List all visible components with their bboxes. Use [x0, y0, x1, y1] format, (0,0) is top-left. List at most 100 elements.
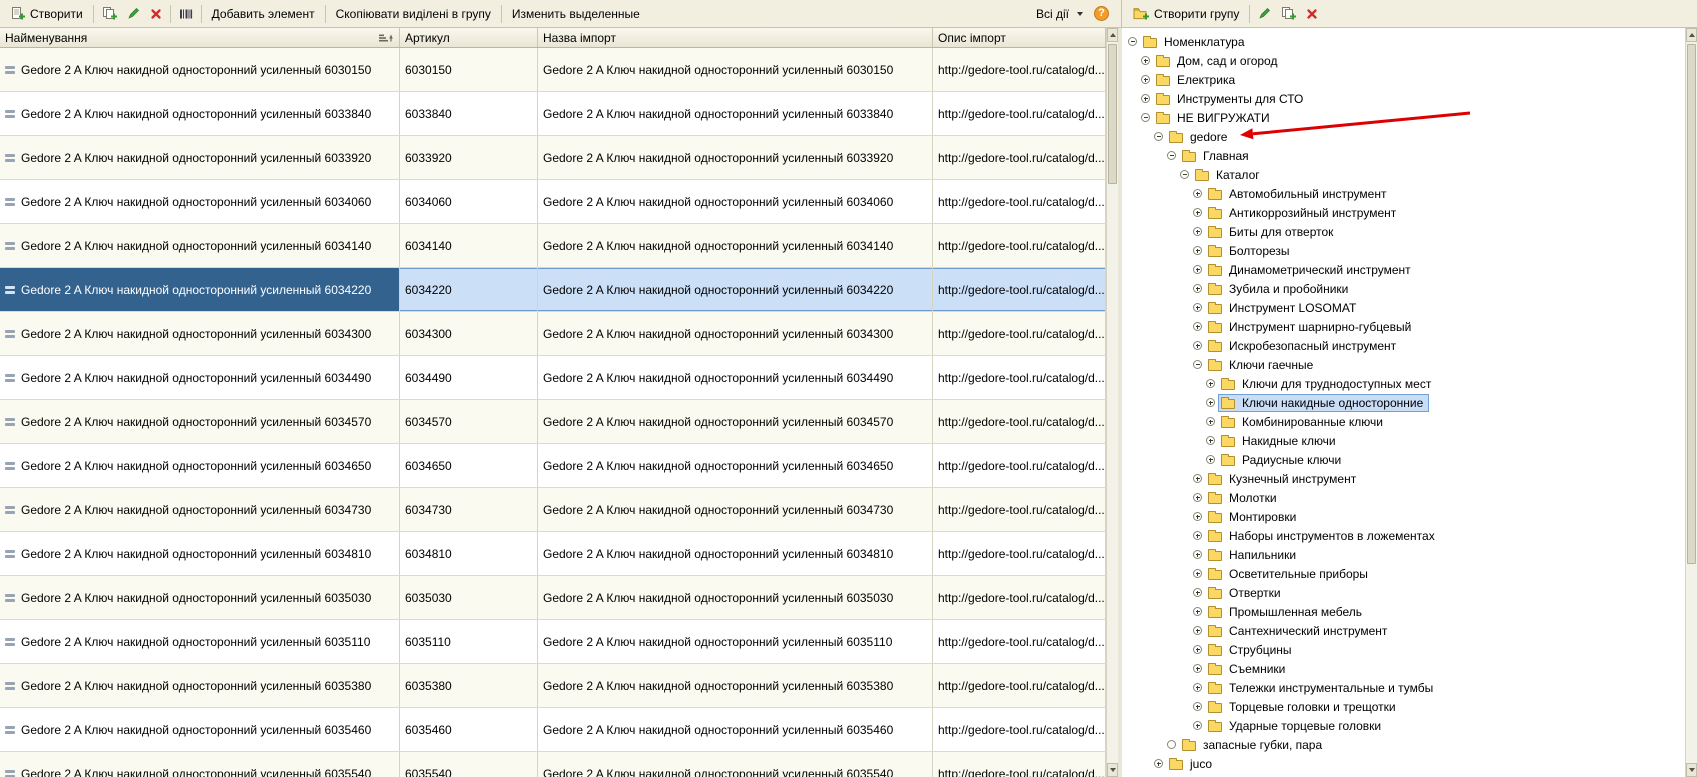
expand-icon[interactable] — [1193, 664, 1202, 673]
cell-article[interactable]: 6035110 — [400, 620, 538, 663]
tree-item[interactable]: Инструмент шарнирно-губцевый — [1122, 317, 1685, 336]
table-row[interactable]: Gedore 2 A Ключ накидной односторонний у… — [0, 136, 1106, 180]
expand-icon[interactable] — [1193, 702, 1202, 711]
tree-item[interactable]: Радиусные ключи — [1122, 450, 1685, 469]
tree-node[interactable]: Ключи накидные односторонние — [1217, 393, 1430, 412]
delete-group-button[interactable] — [1301, 4, 1323, 24]
tree-item[interactable]: Наборы инструментов в ложементах — [1122, 526, 1685, 545]
tree-item[interactable]: НЕ ВИГРУЖАТИ — [1122, 108, 1685, 127]
tree-item[interactable]: Автомобильный инструмент — [1122, 184, 1685, 203]
cell-import-name[interactable]: Gedore 2 A Ключ накидной односторонний у… — [538, 48, 933, 91]
cell-name[interactable]: Gedore 2 A Ключ накидной односторонний у… — [0, 488, 400, 531]
table-row[interactable]: Gedore 2 A Ключ накидной односторонний у… — [0, 708, 1106, 752]
cell-import-desc[interactable]: http://gedore-tool.ru/catalog/d... — [933, 180, 1106, 223]
tree-item[interactable]: Болторезы — [1122, 241, 1685, 260]
expand-icon[interactable] — [1154, 759, 1163, 768]
cell-name[interactable]: Gedore 2 A Ключ накидной односторонний у… — [0, 752, 400, 777]
table-row[interactable]: Gedore 2 A Ключ накидной односторонний у… — [0, 532, 1106, 576]
tree-node[interactable]: Молотки — [1206, 490, 1282, 506]
delete-item-button[interactable] — [145, 4, 167, 24]
collapse-icon[interactable] — [1128, 37, 1137, 46]
cell-import-desc[interactable]: http://gedore-tool.ru/catalog/d... — [933, 312, 1106, 355]
tree-node[interactable]: Инструмент шарнирно-губцевый — [1206, 319, 1416, 335]
cell-import-desc[interactable]: http://gedore-tool.ru/catalog/d... — [933, 268, 1106, 311]
cell-name[interactable]: Gedore 2 A Ключ накидной односторонний у… — [0, 92, 400, 135]
expand-icon[interactable] — [1193, 322, 1202, 331]
tree-item[interactable]: Тележки инструментальные и тумбы — [1122, 678, 1685, 697]
tree-node[interactable]: Биты для отверток — [1206, 224, 1338, 240]
tree-item[interactable]: Главная — [1122, 146, 1685, 165]
cell-import-desc[interactable]: http://gedore-tool.ru/catalog/d... — [933, 224, 1106, 267]
table-row[interactable]: Gedore 2 A Ключ накидной односторонний у… — [0, 268, 1106, 312]
tree-item[interactable]: Инструмент LOSOMAT — [1122, 298, 1685, 317]
expand-icon[interactable] — [1193, 303, 1202, 312]
tree-item[interactable]: Искробезопасный инструмент — [1122, 336, 1685, 355]
tree-scrollbar[interactable] — [1685, 28, 1697, 777]
tree-node[interactable]: Зубила и пробойники — [1206, 281, 1353, 297]
tree-item[interactable]: Струбцины — [1122, 640, 1685, 659]
tree-item[interactable]: gedore — [1122, 127, 1685, 146]
tree-node[interactable]: Главная — [1180, 148, 1254, 164]
cell-article[interactable]: 6034300 — [400, 312, 538, 355]
tree-item[interactable]: Торцевые головки и трещотки — [1122, 697, 1685, 716]
cell-name[interactable]: Gedore 2 A Ключ накидной односторонний у… — [0, 532, 400, 575]
tree-item[interactable]: Молотки — [1122, 488, 1685, 507]
column-header-import-name[interactable]: Назва імпорт — [538, 28, 933, 47]
cell-name[interactable]: Gedore 2 A Ключ накидной односторонний у… — [0, 312, 400, 355]
empty-node-icon[interactable] — [1167, 740, 1176, 749]
tree-node[interactable]: Ключи гаечные — [1206, 357, 1318, 373]
tree-node[interactable]: Комбинированные ключи — [1219, 414, 1388, 430]
cell-article[interactable]: 6035380 — [400, 664, 538, 707]
tree-node[interactable]: Искробезопасный инструмент — [1206, 338, 1401, 354]
cell-import-name[interactable]: Gedore 2 A Ключ накидной односторонний у… — [538, 576, 933, 619]
expand-icon[interactable] — [1141, 94, 1150, 103]
cell-import-desc[interactable]: http://gedore-tool.ru/catalog/d... — [933, 356, 1106, 399]
column-header-name[interactable]: Найменування — [0, 28, 400, 47]
cell-name[interactable]: Gedore 2 A Ключ накидной односторонний у… — [0, 356, 400, 399]
expand-icon[interactable] — [1193, 265, 1202, 274]
cell-article[interactable]: 6034140 — [400, 224, 538, 267]
cell-import-name[interactable]: Gedore 2 A Ключ накидной односторонний у… — [538, 268, 933, 311]
cell-name[interactable]: Gedore 2 A Ключ накидной односторонний у… — [0, 444, 400, 487]
tree-item[interactable]: Комбинированные ключи — [1122, 412, 1685, 431]
collapse-icon[interactable] — [1141, 113, 1150, 122]
add-element-button[interactable]: Добавить элемент — [205, 3, 322, 25]
table-row[interactable]: Gedore 2 A Ключ накидной односторонний у… — [0, 48, 1106, 92]
expand-icon[interactable] — [1206, 398, 1215, 407]
create-button[interactable]: Створити — [4, 3, 90, 25]
expand-icon[interactable] — [1193, 626, 1202, 635]
column-header-import-desc[interactable]: Опис імпорт — [933, 28, 1106, 47]
table-row[interactable]: Gedore 2 A Ключ накидной односторонний у… — [0, 356, 1106, 400]
tree-item[interactable]: Динамометрический инструмент — [1122, 260, 1685, 279]
cell-name[interactable]: Gedore 2 A Ключ накидной односторонний у… — [0, 136, 400, 179]
tree-item[interactable]: Съемники — [1122, 659, 1685, 678]
tree-node[interactable]: Струбцины — [1206, 642, 1297, 658]
tree-node[interactable]: Наборы инструментов в ложементах — [1206, 528, 1440, 544]
cell-article[interactable]: 6034730 — [400, 488, 538, 531]
hierarchy-view-button[interactable] — [174, 4, 198, 24]
cell-import-name[interactable]: Gedore 2 A Ключ накидной односторонний у… — [538, 532, 933, 575]
cell-article[interactable]: 6034810 — [400, 532, 538, 575]
column-header-article[interactable]: Артикул — [400, 28, 538, 47]
tree-node[interactable]: juco — [1167, 756, 1217, 772]
tree-item[interactable]: Номенклатура — [1122, 32, 1685, 51]
collapse-icon[interactable] — [1167, 151, 1176, 160]
tree-node[interactable]: Напильники — [1206, 547, 1301, 563]
expand-icon[interactable] — [1193, 474, 1202, 483]
cell-article[interactable]: 6034060 — [400, 180, 538, 223]
tree-item[interactable]: Ударные торцевые головки — [1122, 716, 1685, 735]
expand-icon[interactable] — [1141, 56, 1150, 65]
tree-item[interactable]: Ключи гаечные — [1122, 355, 1685, 374]
tree-node[interactable]: Отвертки — [1206, 585, 1286, 601]
tree-node[interactable]: Радиусные ключи — [1219, 452, 1346, 468]
cell-import-desc[interactable]: http://gedore-tool.ru/catalog/d... — [933, 488, 1106, 531]
cell-import-desc[interactable]: http://gedore-tool.ru/catalog/d... — [933, 752, 1106, 777]
expand-icon[interactable] — [1141, 75, 1150, 84]
cell-name[interactable]: Gedore 2 A Ключ накидной односторонний у… — [0, 576, 400, 619]
tree-item[interactable]: Напильники — [1122, 545, 1685, 564]
scroll-up-button[interactable] — [1107, 28, 1118, 42]
cell-import-desc[interactable]: http://gedore-tool.ru/catalog/d... — [933, 620, 1106, 663]
tree-node[interactable]: Осветительные приборы — [1206, 566, 1373, 582]
tree-item[interactable]: Ключи накидные односторонние — [1122, 393, 1685, 412]
tree-node[interactable]: Съемники — [1206, 661, 1290, 677]
